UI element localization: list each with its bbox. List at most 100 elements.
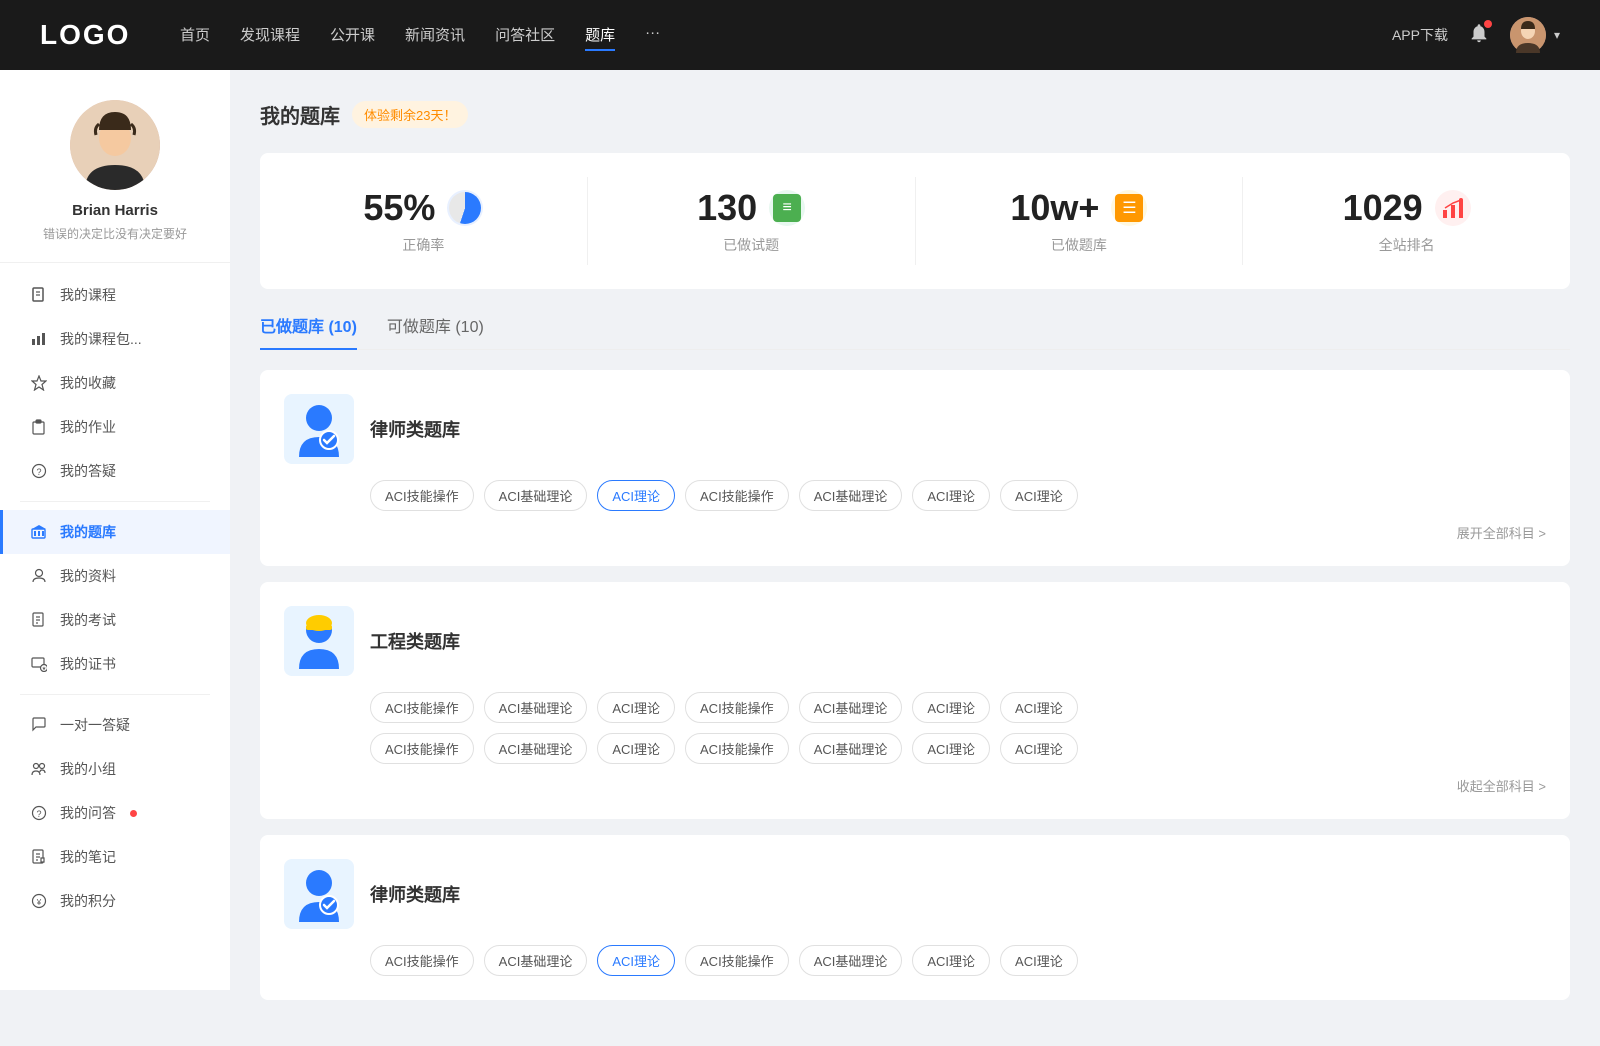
star-icon [30, 374, 48, 392]
notification-icon[interactable] [1468, 22, 1490, 49]
bank-tag[interactable]: ACI基础理论 [484, 692, 588, 723]
bank-card-lawyer-2: 律师类题库 ACI技能操作 ACI基础理论 ACI理论 ACI技能操作 ACI基… [260, 835, 1570, 1000]
sidebar-item-my-questions[interactable]: ? 我的问答 [0, 791, 230, 835]
bank-tag[interactable]: ACI理论 [1000, 480, 1078, 511]
bank-tag[interactable]: ACI理论 [597, 945, 675, 976]
expand-link-lawyer-1[interactable]: 展开全部科目 > [1457, 523, 1546, 542]
bank-tag[interactable]: ACI理论 [597, 733, 675, 764]
book-yellow-icon: ☰ [1115, 194, 1143, 222]
stats-container: 55% 正确率 130 ≡ 已做试题 10w+ [260, 153, 1570, 289]
sidebar-menu: 我的课程 我的课程包... 我的收藏 我的作业 [0, 273, 230, 923]
user-icon [30, 567, 48, 585]
bank-tag[interactable]: ACI理论 [912, 692, 990, 723]
bank-tag[interactable]: ACI基础理论 [484, 733, 588, 764]
profile-section: Brian Harris 错误的决定比没有决定要好 [0, 100, 230, 263]
sidebar-item-questions[interactable]: ? 我的答疑 [0, 449, 230, 493]
nav-qa[interactable]: 问答社区 [495, 20, 555, 51]
sidebar-item-question-bank[interactable]: 我的题库 [0, 510, 230, 554]
bank-tag[interactable]: ACI技能操作 [685, 733, 789, 764]
bank-tags-lawyer-1: ACI技能操作 ACI基础理论 ACI理论 ACI技能操作 ACI基础理论 AC… [284, 480, 1546, 511]
user-avatar-section[interactable]: ▾ [1510, 17, 1560, 53]
nav-news[interactable]: 新闻资讯 [405, 20, 465, 51]
tab-available-banks[interactable]: 可做题库 (10) [387, 313, 484, 349]
sidebar-item-group[interactable]: 我的小组 [0, 747, 230, 791]
book-green-icon: ≡ [773, 194, 801, 222]
bank-tag[interactable]: ACI基础理论 [799, 480, 903, 511]
main-nav: 首页 发现课程 公开课 新闻资讯 问答社区 题库 ··· [180, 20, 1352, 51]
sidebar-item-course-pkg[interactable]: 我的课程包... [0, 317, 230, 361]
bank-tag[interactable]: ACI理论 [1000, 945, 1078, 976]
svg-text:¥: ¥ [36, 898, 42, 907]
notes-icon [30, 848, 48, 866]
notification-dot [1484, 20, 1492, 28]
header-right: APP下载 ▾ [1392, 17, 1560, 53]
chart-bar-icon [30, 330, 48, 348]
stat-done-banks-label: 已做题库 [936, 235, 1223, 255]
svg-text:★: ★ [42, 666, 47, 672]
bank-tag[interactable]: ACI技能操作 [685, 480, 789, 511]
stat-rank-icon [1435, 190, 1471, 226]
stat-rank: 1029 全站排名 [1243, 177, 1570, 265]
my-questions-dot [130, 810, 137, 817]
clipboard-icon [30, 418, 48, 436]
sidebar-item-one-on-one[interactable]: 一对一答疑 [0, 703, 230, 747]
stat-done-questions-value: 130 [697, 187, 757, 229]
svg-text:?: ? [36, 809, 41, 819]
bank-tag[interactable]: ACI基础理论 [484, 945, 588, 976]
sidebar-item-exam[interactable]: 我的考试 [0, 598, 230, 642]
bank-tag[interactable]: ACI理论 [912, 945, 990, 976]
bank-tag[interactable]: ACI技能操作 [685, 945, 789, 976]
sidebar-item-certificate[interactable]: ★ 我的证书 [0, 642, 230, 686]
user-dropdown-arrow[interactable]: ▾ [1554, 28, 1560, 42]
bank-tag[interactable]: ACI技能操作 [370, 945, 474, 976]
bank-tag[interactable]: ACI技能操作 [370, 480, 474, 511]
logo: LOGO [40, 19, 140, 51]
nav-more[interactable]: ··· [645, 20, 660, 51]
stat-done-banks-icon: ☰ [1111, 190, 1147, 226]
collapse-link-engineer[interactable]: 收起全部科目 > [1457, 776, 1546, 795]
page-header: 我的题库 体验剩余23天！ [260, 100, 1570, 129]
nav-question-bank[interactable]: 题库 [585, 20, 615, 51]
sidebar-item-favorites[interactable]: 我的收藏 [0, 361, 230, 405]
bank-header-lawyer-2: 律师类题库 [284, 859, 1546, 929]
app-download-link[interactable]: APP下载 [1392, 25, 1448, 45]
bank-tag[interactable]: ACI理论 [912, 733, 990, 764]
tab-done-banks[interactable]: 已做题库 (10) [260, 313, 357, 349]
stat-done-questions-label: 已做试题 [608, 235, 895, 255]
stat-rank-value: 1029 [1343, 187, 1423, 229]
bank-tag[interactable]: ACI基础理论 [799, 733, 903, 764]
page-title: 我的题库 [260, 100, 340, 129]
group-icon [30, 760, 48, 778]
bank-tag[interactable]: ACI理论 [597, 480, 675, 511]
bank-tag[interactable]: ACI基础理论 [799, 945, 903, 976]
sidebar-item-homework[interactable]: 我的作业 [0, 405, 230, 449]
stat-done-banks: 10w+ ☰ 已做题库 [916, 177, 1244, 265]
bank-icon-lawyer-1 [284, 394, 354, 464]
bank-tag[interactable]: ACI基础理论 [799, 692, 903, 723]
stat-accuracy-label: 正确率 [280, 235, 567, 255]
pie-chart [449, 192, 481, 224]
user-avatar [1510, 17, 1546, 53]
bank-tag[interactable]: ACI理论 [912, 480, 990, 511]
points-icon: ¥ [30, 892, 48, 910]
nav-open-course[interactable]: 公开课 [330, 20, 375, 51]
bank-tag[interactable]: ACI理论 [597, 692, 675, 723]
chart-red-icon [1439, 194, 1467, 222]
sidebar-item-points[interactable]: ¥ 我的积分 [0, 879, 230, 923]
sidebar-item-profile-data[interactable]: 我的资料 [0, 554, 230, 598]
bank-tag[interactable]: ACI技能操作 [370, 692, 474, 723]
q-circle-icon: ? [30, 804, 48, 822]
sidebar-item-notes[interactable]: 我的笔记 [0, 835, 230, 879]
bank-tag[interactable]: ACI基础理论 [484, 480, 588, 511]
nav-home[interactable]: 首页 [180, 20, 210, 51]
stat-accuracy: 55% 正确率 [260, 177, 588, 265]
tabs: 已做题库 (10) 可做题库 (10) [260, 313, 1570, 350]
bank-tag[interactable]: ACI理论 [1000, 733, 1078, 764]
bank-tag[interactable]: ACI技能操作 [685, 692, 789, 723]
bank-tag[interactable]: ACI技能操作 [370, 733, 474, 764]
sidebar-item-courses[interactable]: 我的课程 [0, 273, 230, 317]
nav-discover[interactable]: 发现课程 [240, 20, 300, 51]
bank-tag[interactable]: ACI理论 [1000, 692, 1078, 723]
sidebar-divider-2 [20, 694, 210, 695]
file-icon [30, 286, 48, 304]
